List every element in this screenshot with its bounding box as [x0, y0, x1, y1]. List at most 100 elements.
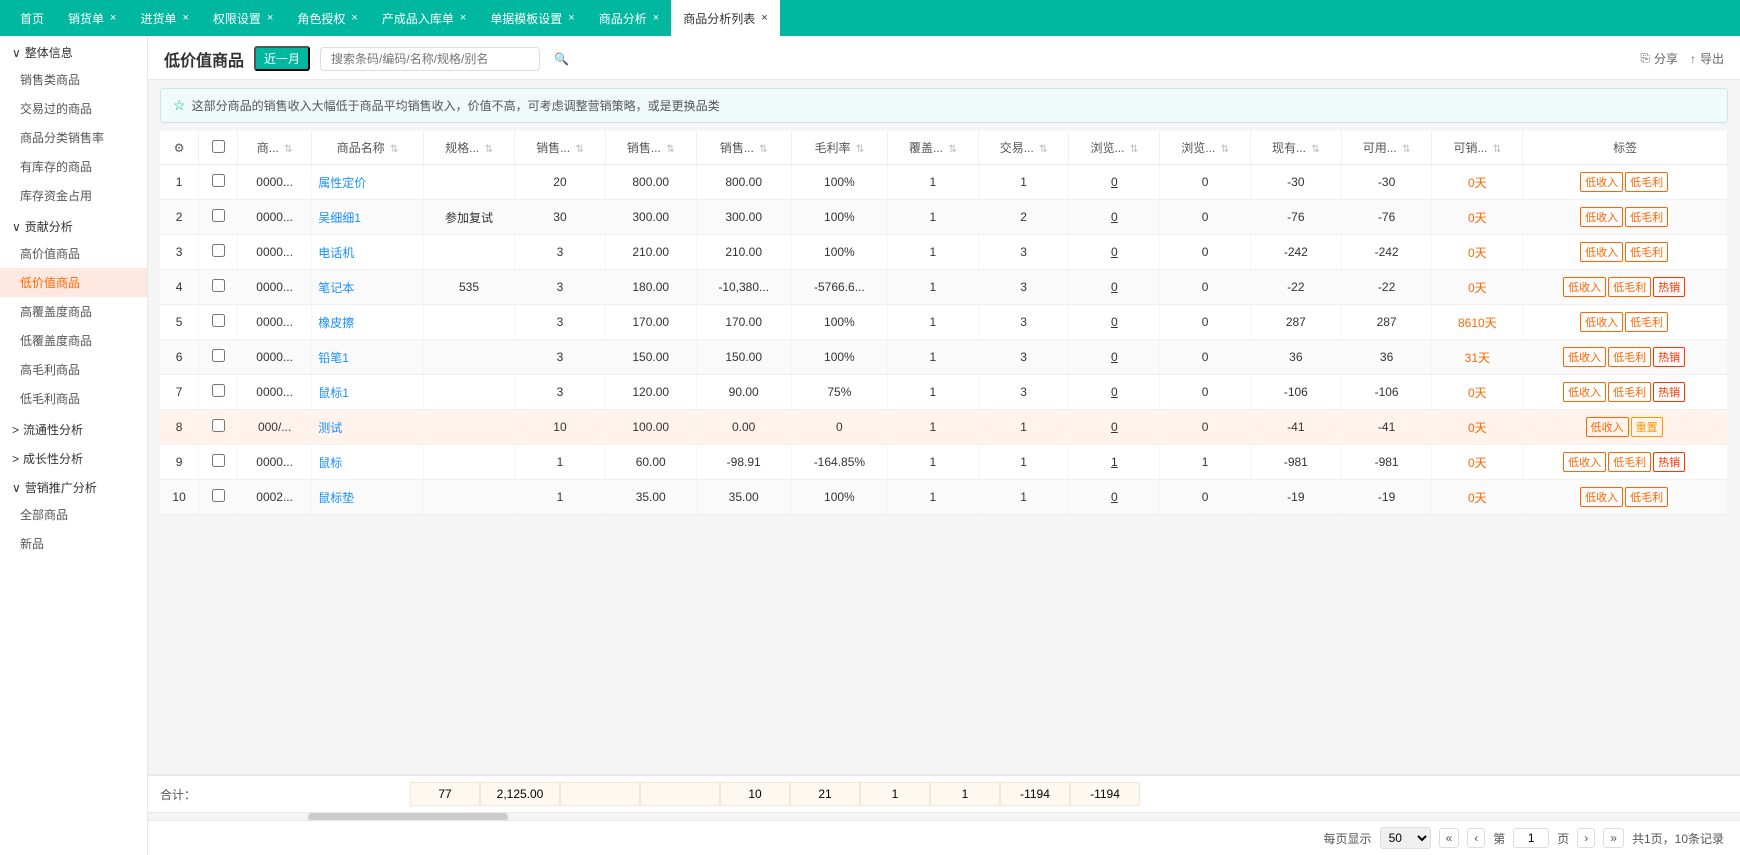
- row-browse1[interactable]: 0: [1069, 305, 1160, 340]
- table-row[interactable]: 3 0000... 电话机 3 210.00 210.00 100% 1 3 0…: [160, 235, 1728, 270]
- col-checkbox[interactable]: [199, 131, 238, 165]
- row-select-checkbox[interactable]: [212, 314, 225, 327]
- sidebar-group-growth[interactable]: > 成长性分析: [0, 442, 147, 471]
- col-qty[interactable]: 销售... ⇅: [515, 131, 606, 165]
- sidebar-item-low-coverage[interactable]: 低覆盖度商品: [0, 326, 147, 355]
- row-select-checkbox[interactable]: [212, 419, 225, 432]
- nav-template[interactable]: 单据模板设置 ×: [478, 0, 586, 36]
- table-row[interactable]: 10 0002... 鼠标垫 1 35.00 35.00 100% 1 1 0 …: [160, 480, 1728, 515]
- sidebar-group-flow[interactable]: > 流通性分析: [0, 413, 147, 442]
- row-checkbox[interactable]: [199, 200, 238, 235]
- sidebar-group-overall[interactable]: ∨ 整体信息: [0, 36, 147, 65]
- search-input[interactable]: [320, 47, 540, 71]
- select-all-checkbox[interactable]: [212, 140, 225, 153]
- row-checkbox[interactable]: [199, 340, 238, 375]
- close-icon[interactable]: ×: [653, 12, 659, 24]
- row-browse1[interactable]: 0: [1069, 270, 1160, 305]
- col-stock[interactable]: 现有... ⇅: [1250, 131, 1341, 165]
- row-browse1[interactable]: 0: [1069, 200, 1160, 235]
- period-button[interactable]: 近一月: [254, 46, 310, 71]
- sidebar-item-high-margin[interactable]: 高毛利商品: [0, 355, 147, 384]
- sidebar-item-inventory-capital[interactable]: 库存资金占用: [0, 181, 147, 210]
- close-icon[interactable]: ×: [568, 12, 574, 24]
- page-size-select[interactable]: 50 100 200: [1380, 827, 1431, 849]
- sidebar-item-new-products[interactable]: 新品: [0, 529, 147, 558]
- page-input[interactable]: [1513, 828, 1549, 848]
- row-select-checkbox[interactable]: [212, 244, 225, 257]
- table-container[interactable]: ⚙ 商... ⇅ 商品名称 ⇅ 规格... ⇅ 销售... ⇅ 销售... ⇅ …: [160, 131, 1728, 774]
- table-row[interactable]: 4 0000... 笔记本 535 3 180.00 -10,380... -5…: [160, 270, 1728, 305]
- sidebar-item-stocked-products[interactable]: 有库存的商品: [0, 152, 147, 181]
- row-name[interactable]: 测试: [312, 410, 424, 445]
- row-name[interactable]: 吴细细1: [312, 200, 424, 235]
- row-select-checkbox[interactable]: [212, 489, 225, 502]
- last-page-button[interactable]: »: [1603, 828, 1624, 848]
- row-checkbox[interactable]: [199, 235, 238, 270]
- sidebar-group-contribution[interactable]: ∨ 贡献分析: [0, 210, 147, 239]
- sidebar-item-sales-products[interactable]: 销售类商品: [0, 65, 147, 94]
- nav-sales[interactable]: 销货单 ×: [56, 0, 128, 36]
- row-browse1[interactable]: 0: [1069, 165, 1160, 200]
- col-browse1[interactable]: 浏览... ⇅: [1069, 131, 1160, 165]
- col-coverage[interactable]: 覆盖... ⇅: [887, 131, 978, 165]
- col-trade[interactable]: 交易... ⇅: [978, 131, 1069, 165]
- col-avail[interactable]: 可用... ⇅: [1341, 131, 1432, 165]
- row-name[interactable]: 橡皮擦: [312, 305, 424, 340]
- sidebar-item-low-margin[interactable]: 低毛利商品: [0, 384, 147, 413]
- row-browse1[interactable]: 0: [1069, 235, 1160, 270]
- sidebar-item-high-coverage[interactable]: 高覆盖度商品: [0, 297, 147, 326]
- sidebar-item-high-value[interactable]: 高价值商品: [0, 239, 147, 268]
- nav-production[interactable]: 产成品入库单 ×: [370, 0, 478, 36]
- col-saleable[interactable]: 可销... ⇅: [1432, 131, 1523, 165]
- nav-product-analysis-list[interactable]: 商品分析列表 ×: [671, 0, 779, 36]
- row-name[interactable]: 笔记本: [312, 270, 424, 305]
- table-row[interactable]: 1 0000... 属性定价 20 800.00 800.00 100% 1 1…: [160, 165, 1728, 200]
- row-browse1[interactable]: 0: [1069, 375, 1160, 410]
- row-checkbox[interactable]: [199, 410, 238, 445]
- row-checkbox[interactable]: [199, 445, 238, 480]
- search-icon[interactable]: 🔍: [554, 52, 569, 66]
- row-checkbox[interactable]: [199, 480, 238, 515]
- sidebar-item-traded-products[interactable]: 交易过的商品: [0, 94, 147, 123]
- col-code[interactable]: 商... ⇅: [237, 131, 311, 165]
- table-row[interactable]: 6 0000... 铅笔1 3 150.00 150.00 100% 1 3 0…: [160, 340, 1728, 375]
- close-icon[interactable]: ×: [110, 12, 116, 24]
- nav-purchase[interactable]: 进货单 ×: [128, 0, 200, 36]
- row-select-checkbox[interactable]: [212, 174, 225, 187]
- col-settings[interactable]: ⚙: [160, 131, 199, 165]
- first-page-button[interactable]: «: [1439, 828, 1460, 848]
- col-amt1[interactable]: 销售... ⇅: [605, 131, 696, 165]
- nav-home[interactable]: 首页: [8, 0, 56, 36]
- share-button[interactable]: ⎘ 分享: [1640, 50, 1678, 67]
- close-icon[interactable]: ×: [351, 12, 357, 24]
- sidebar-item-low-value[interactable]: 低价值商品: [0, 268, 147, 297]
- row-browse1[interactable]: 1: [1069, 445, 1160, 480]
- row-checkbox[interactable]: [199, 305, 238, 340]
- row-browse1[interactable]: 0: [1069, 340, 1160, 375]
- close-icon[interactable]: ×: [182, 12, 188, 24]
- row-select-checkbox[interactable]: [212, 209, 225, 222]
- row-name[interactable]: 鼠标: [312, 445, 424, 480]
- table-row[interactable]: 8 000/... 测试 10 100.00 0.00 0 1 1 0 0 -4…: [160, 410, 1728, 445]
- table-row[interactable]: 9 0000... 鼠标 1 60.00 -98.91 -164.85% 1 1…: [160, 445, 1728, 480]
- row-select-checkbox[interactable]: [212, 454, 225, 467]
- col-spec[interactable]: 规格... ⇅: [423, 131, 514, 165]
- col-browse2[interactable]: 浏览... ⇅: [1160, 131, 1251, 165]
- row-name[interactable]: 鼠标垫: [312, 480, 424, 515]
- table-row[interactable]: 5 0000... 橡皮擦 3 170.00 170.00 100% 1 3 0…: [160, 305, 1728, 340]
- row-select-checkbox[interactable]: [212, 349, 225, 362]
- row-name[interactable]: 铅笔1: [312, 340, 424, 375]
- nav-product-analysis[interactable]: 商品分析 ×: [587, 0, 671, 36]
- close-icon[interactable]: ×: [460, 12, 466, 24]
- row-name[interactable]: 属性定价: [312, 165, 424, 200]
- row-checkbox[interactable]: [199, 375, 238, 410]
- prev-page-button[interactable]: ‹: [1467, 828, 1485, 848]
- row-browse1[interactable]: 0: [1069, 410, 1160, 445]
- row-checkbox[interactable]: [199, 270, 238, 305]
- sidebar-item-category-rate[interactable]: 商品分类销售率: [0, 123, 147, 152]
- close-icon[interactable]: ×: [267, 12, 273, 24]
- row-select-checkbox[interactable]: [212, 384, 225, 397]
- row-checkbox[interactable]: [199, 165, 238, 200]
- col-name[interactable]: 商品名称 ⇅: [312, 131, 424, 165]
- row-name[interactable]: 鼠标1: [312, 375, 424, 410]
